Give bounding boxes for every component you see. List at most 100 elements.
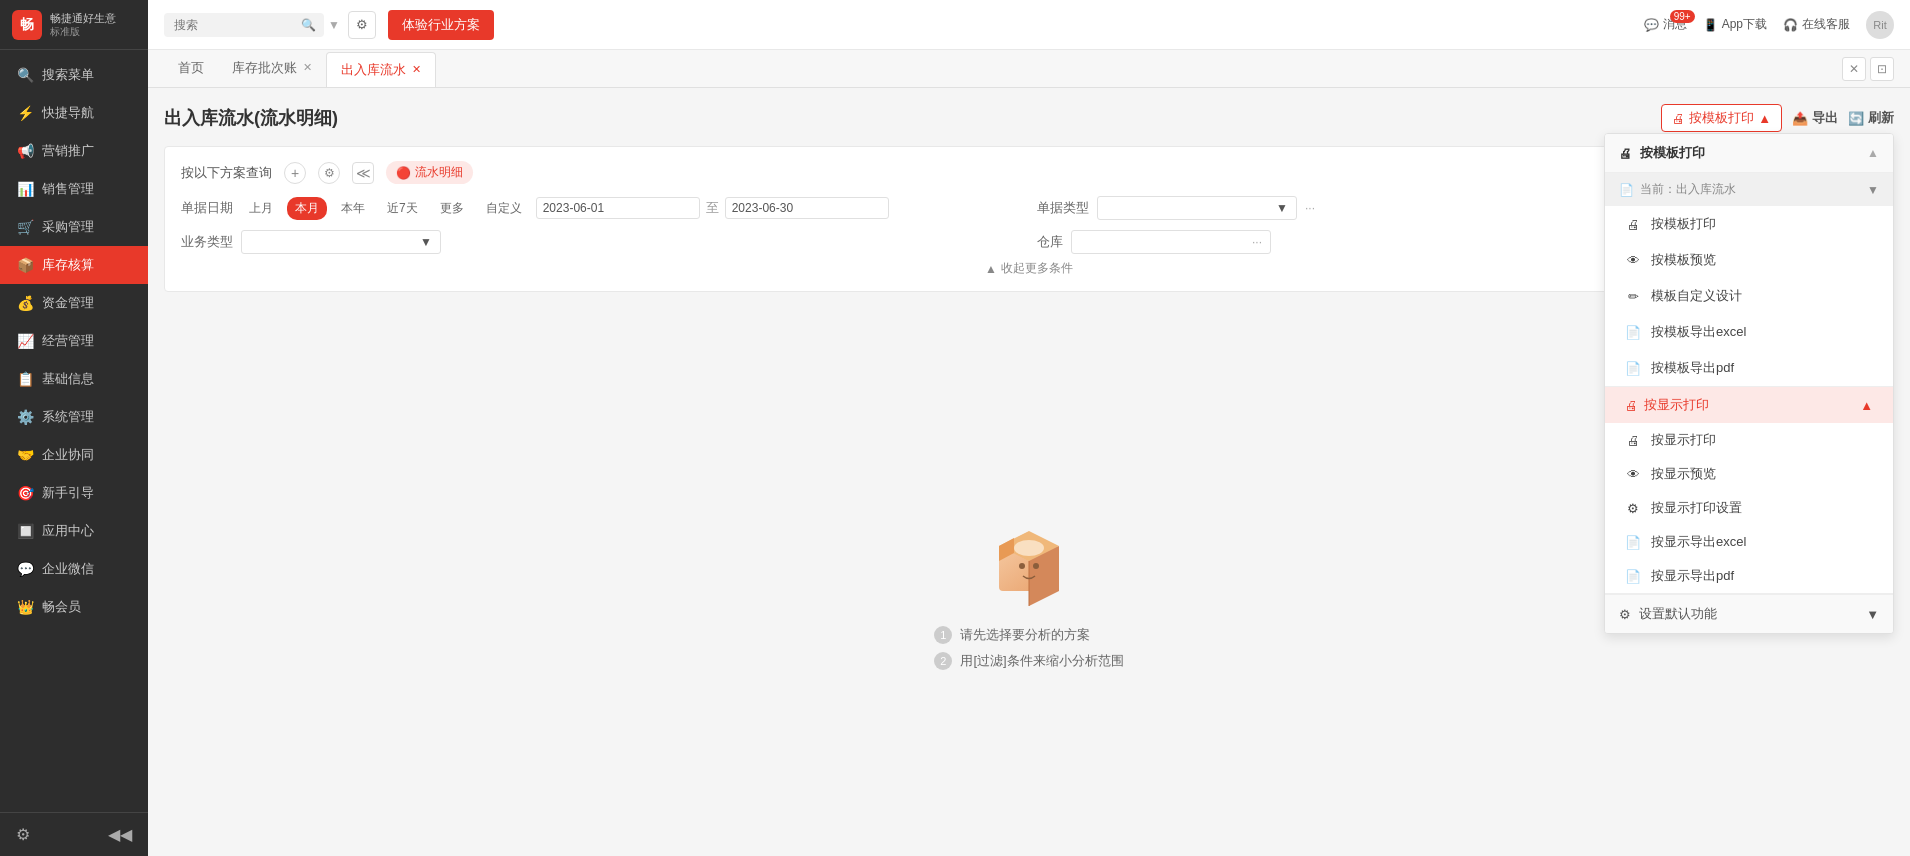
settings-footer-icon[interactable]: ⚙ [16, 825, 30, 844]
empty-illustration [979, 506, 1079, 606]
dropdown-item-display-export-excel[interactable]: 📄 按显示导出excel [1605, 525, 1893, 559]
business-type-select[interactable]: ▼ [241, 230, 441, 254]
date-shortcut-this-year[interactable]: 本年 [333, 197, 373, 220]
display-preview-icon: 👁 [1625, 466, 1641, 482]
message-icon: 💬 [1644, 18, 1659, 32]
sidebar-item-inventory[interactable]: 📦 库存核算 [0, 246, 148, 284]
type-select[interactable]: ▼ [1097, 196, 1297, 220]
excel-template-icon: 📄 [1625, 324, 1641, 340]
printer-icon: 🖨 [1672, 111, 1685, 126]
search-icon: 🔍 [16, 66, 34, 84]
date-shortcut-7days[interactable]: 近7天 [379, 197, 426, 220]
sidebar-item-system[interactable]: ⚙️ 系统管理 [0, 398, 148, 436]
sidebar-item-guide[interactable]: 🎯 新手引导 [0, 474, 148, 512]
date-shortcut-more[interactable]: 更多 [432, 197, 472, 220]
sidebar-item-app-center[interactable]: 🔲 应用中心 [0, 512, 148, 550]
print-template-btn[interactable]: 🖨 按模板打印 ▲ [1661, 104, 1782, 132]
date-to-input[interactable] [725, 197, 889, 219]
business-type-group: 业务类型 ▼ [181, 230, 1021, 254]
dropdown-footer[interactable]: ⚙ 设置默认功能 ▼ [1605, 594, 1893, 633]
handshake-icon: 🤝 [16, 446, 34, 464]
headset-icon: 🎧 [1783, 18, 1798, 32]
topbar-right: 💬 消息 99+ 📱 App下载 🎧 在线客服 Rit [1644, 11, 1894, 39]
dropdown-item-template-design[interactable]: ✏ 模板自定义设计 [1605, 278, 1893, 314]
main-area: 🔍 ▼ ⚙ 体验行业方案 💬 消息 99+ 📱 App下载 🎧 在线客服 R [148, 0, 1910, 856]
sidebar-item-purchase[interactable]: 🛒 采购管理 [0, 208, 148, 246]
user-avatar: Rit [1866, 11, 1894, 39]
date-from-input[interactable] [536, 197, 700, 219]
chevron-down-icon: ▼ [1276, 201, 1288, 215]
filter-add-btn[interactable]: + [284, 162, 306, 184]
tab-batch-account[interactable]: 库存批次账 ✕ [218, 51, 326, 87]
online-service-btn[interactable]: 🎧 在线客服 [1783, 16, 1850, 33]
sidebar-item-enterprise[interactable]: 🤝 企业协同 [0, 436, 148, 474]
tab-flow[interactable]: 出入库流水 ✕ [326, 52, 436, 87]
dropdown-item-display-print[interactable]: 🖨 按显示打印 [1605, 423, 1893, 457]
search-icon: 🔍 [301, 18, 316, 32]
close-all-btn[interactable]: ✕ [1842, 57, 1866, 81]
tabbar: 首页 库存批次账 ✕ 出入库流水 ✕ ✕ ⊡ [148, 50, 1910, 88]
dropdown-item-display-print-settings[interactable]: ⚙ 按显示打印设置 [1605, 491, 1893, 525]
chevron-up-icon: ▲ [1758, 111, 1771, 126]
dropdown-item-print-template[interactable]: 🖨 按模板打印 [1605, 206, 1893, 242]
tabbar-controls: ✕ ⊡ [1842, 57, 1894, 81]
money-icon: 💰 [16, 294, 34, 312]
display-pdf-icon: 📄 [1625, 568, 1641, 584]
date-shortcut-this-month[interactable]: 本月 [287, 197, 327, 220]
sidebar-item-membership[interactable]: 👑 畅会员 [0, 588, 148, 626]
sidebar-item-operations[interactable]: 📈 经营管理 [0, 322, 148, 360]
app-download-btn[interactable]: 📱 App下载 [1703, 16, 1767, 33]
refresh-icon: 🔄 [1848, 111, 1864, 126]
filter-collapse-btn[interactable]: ≪ [352, 162, 374, 184]
sidebar-item-finance[interactable]: 💰 资金管理 [0, 284, 148, 322]
export-btn[interactable]: 📤 导出 [1792, 109, 1838, 127]
filter-settings-btn[interactable]: ⚙ [318, 162, 340, 184]
refresh-btn[interactable]: 🔄 刷新 [1848, 109, 1894, 127]
sidebar-item-wechat[interactable]: 💬 企业微信 [0, 550, 148, 588]
search-dropdown-icon[interactable]: ▼ [328, 18, 340, 32]
dropdown-item-display-export-pdf[interactable]: 📄 按显示导出pdf [1605, 559, 1893, 593]
sidebar: 畅 畅捷通好生意 标准版 🔍 搜索菜单 ⚡ 快捷导航 📢 营销推广 📊 销售管理… [0, 0, 148, 856]
sidebar-header: 畅 畅捷通好生意 标准版 [0, 0, 148, 50]
sidebar-item-basic-info[interactable]: 📋 基础信息 [0, 360, 148, 398]
dropdown-footer-arrow: ▼ [1866, 607, 1879, 622]
page-title-actions: 🖨 按模板打印 ▲ 📤 导出 🔄 刷新 [1661, 104, 1894, 132]
warehouse-more-btn[interactable]: ··· [1252, 235, 1262, 249]
display-print-icon: 🖨 [1625, 432, 1641, 448]
lightning-icon: ⚡ [16, 104, 34, 122]
pdf-template-icon: 📄 [1625, 360, 1641, 376]
search-input[interactable] [164, 13, 324, 37]
svg-point-5 [1014, 540, 1044, 556]
sidebar-item-quick-nav[interactable]: ⚡ 快捷导航 [0, 94, 148, 132]
hint-item-2: 2 用[过滤]条件来缩小分析范围 [934, 652, 1123, 670]
tab-close-batch[interactable]: ✕ [303, 62, 312, 73]
filter-tag-icon: 🔴 [396, 166, 411, 180]
maximize-btn[interactable]: ⊡ [1870, 57, 1894, 81]
tab-home[interactable]: 首页 [164, 51, 218, 87]
sidebar-item-sales[interactable]: 📊 销售管理 [0, 170, 148, 208]
topbar-settings-btn[interactable]: ⚙ [348, 11, 376, 39]
dropdown-header-arrow[interactable]: ▲ [1867, 146, 1879, 160]
hint-item-1: 1 请先选择要分析的方案 [934, 626, 1123, 644]
sidebar-item-marketing[interactable]: 📢 营销推广 [0, 132, 148, 170]
filter-tag-flow[interactable]: 🔴 流水明细 [386, 161, 473, 184]
dropdown-section2-header[interactable]: 🖨 按显示打印 ▲ [1605, 387, 1893, 423]
warehouse-select[interactable]: ··· [1071, 230, 1271, 254]
dropdown-item-display-preview[interactable]: 👁 按显示预览 [1605, 457, 1893, 491]
dropdown-item-preview-template[interactable]: 👁 按模板预览 [1605, 242, 1893, 278]
display-settings-icon: ⚙ [1625, 500, 1641, 516]
type-more-btn[interactable]: ··· [1305, 201, 1315, 215]
collapse-sidebar-icon[interactable]: ◀◀ [108, 825, 132, 844]
message-btn[interactable]: 💬 消息 99+ [1644, 16, 1687, 33]
trial-btn[interactable]: 体验行业方案 [388, 10, 494, 40]
sidebar-item-search[interactable]: 🔍 搜索菜单 [0, 56, 148, 94]
dropdown-item-export-excel-template[interactable]: 📄 按模板导出excel [1605, 314, 1893, 350]
gear-icon: ⚙️ [16, 408, 34, 426]
date-shortcut-last-month[interactable]: 上月 [241, 197, 281, 220]
dropdown-header: 🖨 按模板打印 ▲ [1605, 134, 1893, 173]
tab-close-flow[interactable]: ✕ [412, 64, 421, 75]
user-profile[interactable]: Rit [1866, 11, 1894, 39]
dropdown-item-export-pdf-template[interactable]: 📄 按模板导出pdf [1605, 350, 1893, 386]
date-shortcut-custom[interactable]: 自定义 [478, 197, 530, 220]
export-icon: 📤 [1792, 111, 1808, 126]
